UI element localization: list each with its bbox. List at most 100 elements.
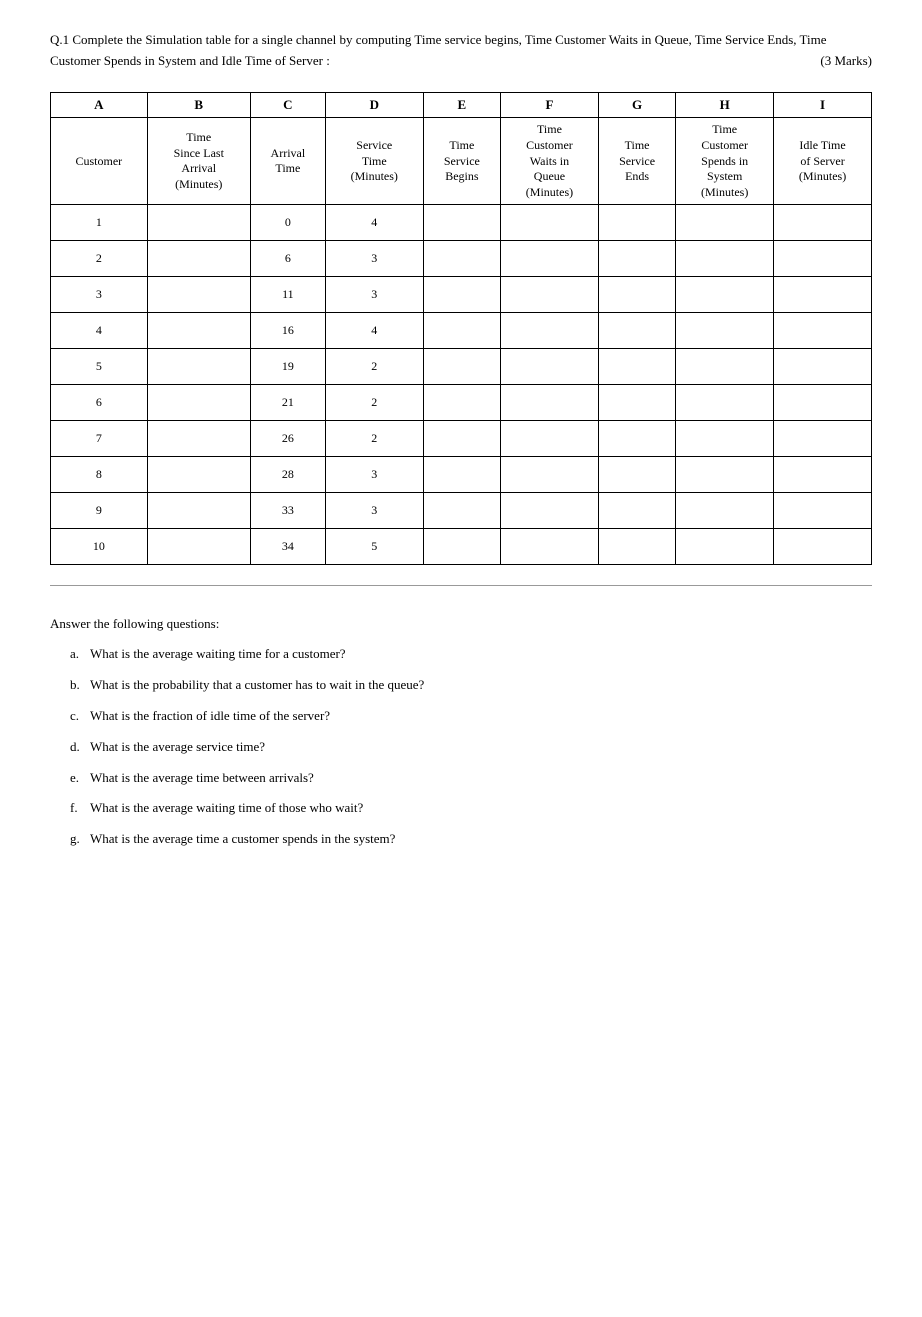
table-row-3-col-4: 3 <box>325 277 423 313</box>
table-row-9-col-7 <box>598 493 675 529</box>
answer-letter: e. <box>70 768 90 789</box>
answer-item: d.What is the average service time? <box>70 737 872 758</box>
table-row-3-col-5 <box>423 277 500 313</box>
table-row-6-col-3: 21 <box>250 385 325 421</box>
table-row-5-col-2 <box>147 349 250 385</box>
table-row-7-col-1: 7 <box>51 421 148 457</box>
table-row-2-col-2 <box>147 241 250 277</box>
table-row-1-col-7 <box>598 205 675 241</box>
col-subheader-i: Idle Timeof Server(Minutes) <box>774 118 872 205</box>
table-row-4-col-8 <box>676 313 774 349</box>
table-row-4-col-6 <box>501 313 599 349</box>
answer-letter: f. <box>70 798 90 819</box>
table-row-8-col-6 <box>501 457 599 493</box>
table-row-1-col-1: 1 <box>51 205 148 241</box>
table-row-3-col-7 <box>598 277 675 313</box>
col-subheader-g: TimeServiceEnds <box>598 118 675 205</box>
table-row-2-col-1: 2 <box>51 241 148 277</box>
section-divider <box>50 585 872 586</box>
table-row-8-col-2 <box>147 457 250 493</box>
table-row-2-col-4: 3 <box>325 241 423 277</box>
col-header-a: A <box>51 92 148 118</box>
table-row-2-col-3: 6 <box>250 241 325 277</box>
table-row-10-col-6 <box>501 529 599 565</box>
table-row-8-col-9 <box>774 457 872 493</box>
answer-title: Answer the following questions: <box>50 616 872 632</box>
table-row-1-col-4: 4 <box>325 205 423 241</box>
col-subheader-a: Customer <box>51 118 148 205</box>
table-row-1-col-8 <box>676 205 774 241</box>
answer-letter: b. <box>70 675 90 696</box>
table-row-5-col-5 <box>423 349 500 385</box>
table-row-8-col-5 <box>423 457 500 493</box>
table-row-9-col-2 <box>147 493 250 529</box>
table-row-4-col-4: 4 <box>325 313 423 349</box>
table-row-7-col-8 <box>676 421 774 457</box>
col-subheader-f: TimeCustomerWaits inQueue(Minutes) <box>501 118 599 205</box>
table-row-5-col-3: 19 <box>250 349 325 385</box>
table-row-3-col-3: 11 <box>250 277 325 313</box>
table-row-1-col-3: 0 <box>250 205 325 241</box>
table-row-6-col-4: 2 <box>325 385 423 421</box>
table-row-10-col-1: 10 <box>51 529 148 565</box>
table-row-2-col-9 <box>774 241 872 277</box>
table-row-6-col-7 <box>598 385 675 421</box>
answer-item: c.What is the fraction of idle time of t… <box>70 706 872 727</box>
answer-section: Answer the following questions: a.What i… <box>50 616 872 850</box>
table-row-5-col-9 <box>774 349 872 385</box>
table-row-9-col-8 <box>676 493 774 529</box>
col-subheader-b: TimeSince LastArrival(Minutes) <box>147 118 250 205</box>
table-row-3-col-2 <box>147 277 250 313</box>
col-subheader-d: ServiceTime(Minutes) <box>325 118 423 205</box>
table-row-6-col-8 <box>676 385 774 421</box>
answer-item: a.What is the average waiting time for a… <box>70 644 872 665</box>
table-row-9-col-4: 3 <box>325 493 423 529</box>
table-row-8-col-1: 8 <box>51 457 148 493</box>
col-header-d: D <box>325 92 423 118</box>
table-row-4-col-1: 4 <box>51 313 148 349</box>
table-row-9-col-3: 33 <box>250 493 325 529</box>
table-row-4-col-7 <box>598 313 675 349</box>
answer-letter: a. <box>70 644 90 665</box>
table-row-9-col-5 <box>423 493 500 529</box>
table-row-1-col-2 <box>147 205 250 241</box>
table-row-1-col-6 <box>501 205 599 241</box>
table-row-4-col-2 <box>147 313 250 349</box>
table-row-7-col-9 <box>774 421 872 457</box>
table-row-7-col-7 <box>598 421 675 457</box>
answer-text: What is the average time between arrival… <box>90 770 314 785</box>
table-row-2-col-8 <box>676 241 774 277</box>
col-header-c: C <box>250 92 325 118</box>
table-row-4-col-3: 16 <box>250 313 325 349</box>
table-row-2-col-7 <box>598 241 675 277</box>
table-row-9-col-9 <box>774 493 872 529</box>
table-row-3-col-6 <box>501 277 599 313</box>
table-row-9-col-1: 9 <box>51 493 148 529</box>
table-row-7-col-6 <box>501 421 599 457</box>
table-row-10-col-5 <box>423 529 500 565</box>
table-row-8-col-8 <box>676 457 774 493</box>
table-row-5-col-7 <box>598 349 675 385</box>
table-row-8-col-4: 3 <box>325 457 423 493</box>
answer-text: What is the average service time? <box>90 739 265 754</box>
answer-list: a.What is the average waiting time for a… <box>50 644 872 850</box>
table-row-6-col-1: 6 <box>51 385 148 421</box>
col-subheader-e: TimeServiceBegins <box>423 118 500 205</box>
table-row-10-col-3: 34 <box>250 529 325 565</box>
table-row-4-col-9 <box>774 313 872 349</box>
table-row-7-col-3: 26 <box>250 421 325 457</box>
table-row-5-col-1: 5 <box>51 349 148 385</box>
table-row-7-col-2 <box>147 421 250 457</box>
table-row-7-col-5 <box>423 421 500 457</box>
answer-item: f.What is the average waiting time of th… <box>70 798 872 819</box>
table-row-10-col-7 <box>598 529 675 565</box>
table-row-2-col-5 <box>423 241 500 277</box>
answer-text: What is the average time a customer spen… <box>90 831 395 846</box>
answer-letter: d. <box>70 737 90 758</box>
question-text: Q.1 Complete the Simulation table for a … <box>50 30 872 72</box>
table-row-5-col-6 <box>501 349 599 385</box>
table-row-5-col-8 <box>676 349 774 385</box>
table-row-4-col-5 <box>423 313 500 349</box>
marks: (3 Marks) <box>820 51 872 72</box>
question-body: Q.1 Complete the Simulation table for a … <box>50 32 827 68</box>
